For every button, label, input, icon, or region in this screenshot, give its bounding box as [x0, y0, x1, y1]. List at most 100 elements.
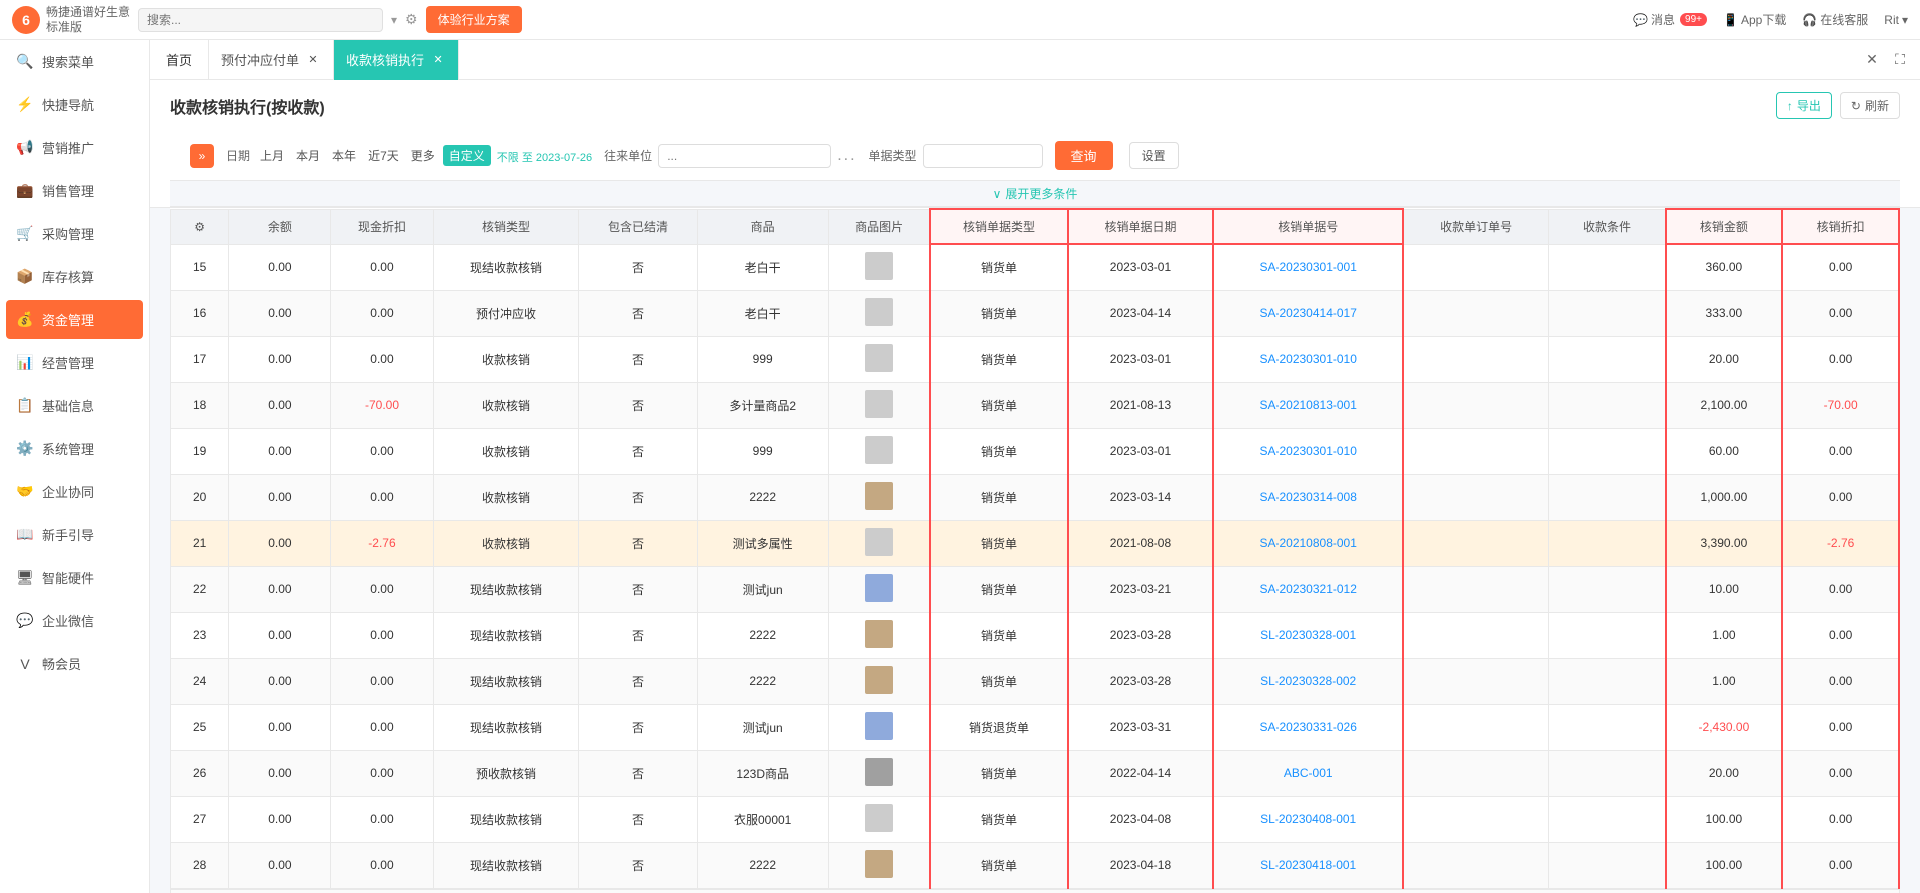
- cell-verify-no[interactable]: SA-20230414-017: [1213, 290, 1403, 336]
- cell-balance: 0.00: [229, 428, 331, 474]
- app-download-btn[interactable]: 📱 App下载: [1723, 11, 1786, 28]
- sidebar-item-search[interactable]: 🔍 搜索菜单: [0, 40, 149, 83]
- date-btn-this-year[interactable]: 本年: [328, 145, 360, 166]
- refresh-btn[interactable]: ↻ 刷新: [1840, 92, 1900, 119]
- page-content: 收款核销执行(按收款) ↑ 导出 ↻ 刷新 »: [150, 80, 1920, 893]
- cell-verify-discount: 0.00: [1782, 750, 1899, 796]
- cell-id: 21: [171, 520, 229, 566]
- cell-balance: 0.00: [229, 566, 331, 612]
- sidebar-item-base-info[interactable]: 📋 基础信息: [0, 384, 149, 427]
- cell-verify-no[interactable]: ABC-001: [1213, 750, 1403, 796]
- cell-goods-image: [828, 520, 930, 566]
- filter-toggle-btn[interactable]: »: [190, 144, 214, 168]
- cell-verify-discount: -2.76: [1782, 520, 1899, 566]
- cell-verify-doc-type: 销货单: [930, 290, 1067, 336]
- export-icon: ↑: [1787, 99, 1793, 113]
- cell-goods-image: [828, 244, 930, 290]
- search-input[interactable]: [138, 8, 383, 32]
- date-btn-more[interactable]: 更多: [407, 145, 439, 166]
- col-verify-type: 核销类型: [433, 209, 579, 244]
- sidebar-item-hardware[interactable]: 🖥 智能硬件: [0, 556, 149, 599]
- tab-prepay[interactable]: 预付冲应付单 ✕: [209, 40, 334, 80]
- sidebar-item-inventory[interactable]: 📦 库存核算: [0, 255, 149, 298]
- sidebar-item-finance[interactable]: 💰 资金管理: [6, 300, 143, 339]
- cell-verify-date: 2021-08-13: [1068, 382, 1214, 428]
- cell-verify-doc-type: 销货单: [930, 428, 1067, 474]
- tab-maximize-btn[interactable]: ⛶: [1888, 48, 1912, 72]
- cell-verify-no[interactable]: SL-20230418-001: [1213, 842, 1403, 888]
- filter-bar: » 日期 上月 本月 本年 近7天 更多 自定义 不限 至 2023-07-26: [170, 131, 1900, 181]
- cell-verify-discount: 0.00: [1782, 842, 1899, 888]
- sidebar-item-management[interactable]: 📊 经营管理: [0, 341, 149, 384]
- partner-input[interactable]: [658, 144, 831, 168]
- search-icon: 🔍: [16, 53, 34, 71]
- tab-close-all-btn[interactable]: ✕: [1860, 48, 1884, 72]
- query-btn[interactable]: 查询: [1055, 141, 1113, 170]
- doctype-select[interactable]: [923, 144, 1043, 168]
- sidebar-item-marketing[interactable]: 📢 营销推广: [0, 126, 149, 169]
- cell-goods: 测试jun: [697, 704, 828, 750]
- expand-bar[interactable]: ∨ 展开更多条件: [170, 181, 1900, 207]
- cell-include-settled: 否: [579, 796, 697, 842]
- date-btn-custom[interactable]: 自定义: [443, 145, 491, 166]
- cell-verify-type: 现结收款核销: [433, 796, 579, 842]
- col-settings[interactable]: ⚙: [171, 209, 229, 244]
- cell-verify-no[interactable]: SA-20210813-001: [1213, 382, 1403, 428]
- cell-receipt-order-no: [1403, 290, 1549, 336]
- sidebar-item-collab[interactable]: 🤝 企业协同: [0, 470, 149, 513]
- industry-btn[interactable]: 体验行业方案: [426, 6, 522, 33]
- cell-verify-no[interactable]: SA-20210808-001: [1213, 520, 1403, 566]
- online-service-btn[interactable]: 🎧 在线客服: [1802, 11, 1868, 28]
- cell-verify-no[interactable]: SA-20230301-010: [1213, 336, 1403, 382]
- user-menu[interactable]: Rit ▾: [1884, 13, 1908, 27]
- sidebar-item-wechat[interactable]: 💬 企业微信: [0, 599, 149, 642]
- cell-verify-no[interactable]: SL-20230328-001: [1213, 612, 1403, 658]
- cell-verify-no[interactable]: SA-20230331-026: [1213, 704, 1403, 750]
- table-row: 25 0.00 0.00 现结收款核销 否 测试jun 销货退货单 2023-0…: [171, 704, 1900, 750]
- export-btn[interactable]: ↑ 导出: [1776, 92, 1832, 119]
- expand-label: 展开更多条件: [1005, 185, 1077, 202]
- cell-receipt-condition: [1549, 520, 1666, 566]
- date-btn-this-month[interactable]: 本月: [292, 145, 324, 166]
- base-info-icon: 📋: [16, 397, 34, 415]
- date-btn-7days[interactable]: 近7天: [364, 145, 403, 166]
- sidebar-item-sales[interactable]: 💼 销售管理: [0, 169, 149, 212]
- sidebar-item-guide[interactable]: 📖 新手引导: [0, 513, 149, 556]
- cell-id: 25: [171, 704, 229, 750]
- sidebar-item-purchase[interactable]: 🛒 采购管理: [0, 212, 149, 255]
- tab-close-verify[interactable]: ✕: [430, 52, 446, 68]
- cell-id: 24: [171, 658, 229, 704]
- tab-verify[interactable]: 收款核销执行 ✕: [334, 40, 459, 80]
- quick-nav-icon: ⚡: [16, 96, 34, 114]
- col-verify-discount: 核销折扣: [1782, 209, 1899, 244]
- message-btn[interactable]: 💬 消息 99+: [1633, 11, 1707, 28]
- sidebar-item-quick-nav[interactable]: ⚡ 快捷导航: [0, 83, 149, 126]
- cell-include-settled: 否: [579, 842, 697, 888]
- sidebar-item-vip[interactable]: V 畅会员: [0, 642, 149, 685]
- cell-verify-amount: -2,430.00: [1666, 704, 1783, 750]
- tab-home[interactable]: 首页: [150, 40, 209, 80]
- tab-close-prepay[interactable]: ✕: [305, 52, 321, 68]
- cell-verify-no[interactable]: SA-20230301-010: [1213, 428, 1403, 474]
- cell-cash-discount: 0.00: [331, 796, 433, 842]
- cell-verify-no[interactable]: SA-20230314-008: [1213, 474, 1403, 520]
- cell-receipt-condition: [1549, 658, 1666, 704]
- cell-verify-no[interactable]: SL-20230328-002: [1213, 658, 1403, 704]
- cell-cash-discount: 0.00: [331, 244, 433, 290]
- cell-goods-image: [828, 336, 930, 382]
- cell-verify-date: 2022-04-14: [1068, 750, 1214, 796]
- filter-settings-btn[interactable]: 设置: [1129, 142, 1179, 169]
- cell-verify-date: 2021-08-08: [1068, 520, 1214, 566]
- cell-verify-no[interactable]: SA-20230301-001: [1213, 244, 1403, 290]
- cell-receipt-condition: [1549, 336, 1666, 382]
- date-btn-last-month[interactable]: 上月: [256, 145, 288, 166]
- cell-verify-no[interactable]: SA-20230321-012: [1213, 566, 1403, 612]
- cell-balance: 0.00: [229, 842, 331, 888]
- col-goods: 商品: [697, 209, 828, 244]
- sidebar-item-system[interactable]: ⚙️ 系统管理: [0, 427, 149, 470]
- cell-include-settled: 否: [579, 704, 697, 750]
- cell-cash-discount: 0.00: [331, 428, 433, 474]
- marketing-icon: 📢: [16, 139, 34, 157]
- cell-verify-no[interactable]: SL-20230408-001: [1213, 796, 1403, 842]
- table-row: 23 0.00 0.00 现结收款核销 否 2222 销货单 2023-03-2…: [171, 612, 1900, 658]
